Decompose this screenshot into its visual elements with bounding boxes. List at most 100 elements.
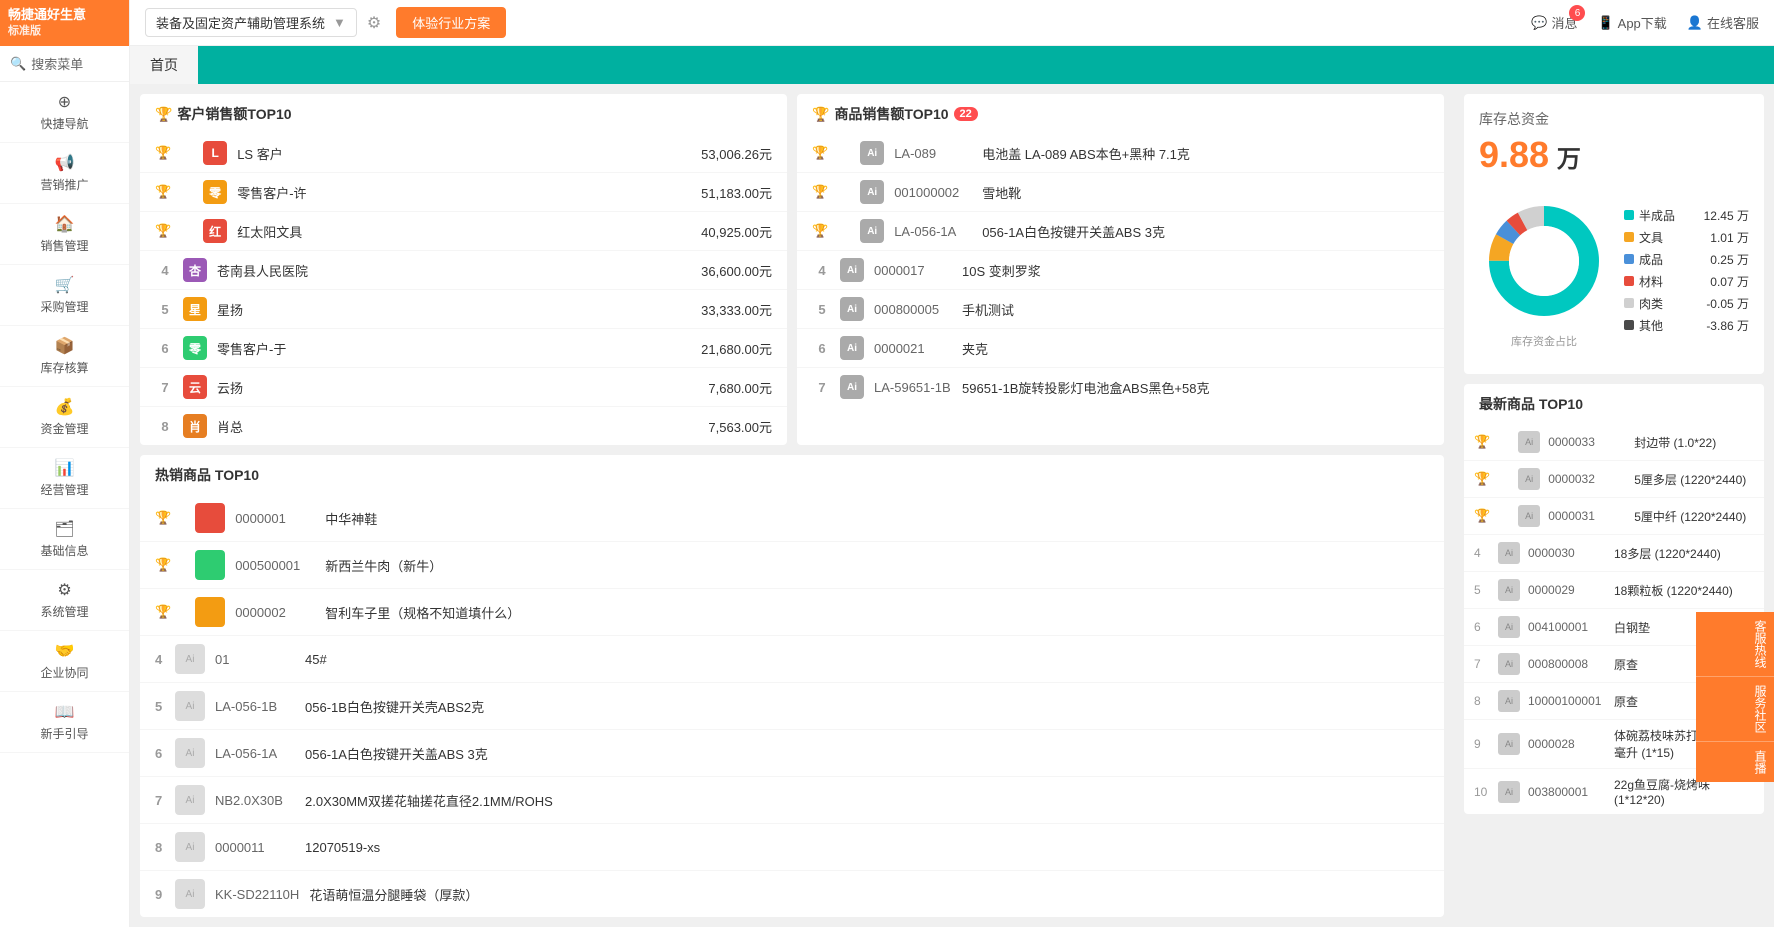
sidebar-item-basics[interactable]: 🗂 基础信息 bbox=[0, 509, 129, 570]
rank-avatar: 红 bbox=[203, 219, 227, 243]
product-ranking-card: 🏆 商品销售额TOP10 22 🏆 Ai LA-089 电池盖 LA-089 A… bbox=[797, 94, 1444, 445]
hot-product-row: 7 Ai NB2.0X30B 2.0X30MM双搓花轴搓花直径2.1MM/ROH… bbox=[140, 777, 1444, 824]
product-avatar: Ai bbox=[840, 258, 864, 282]
product-avatar: Ai bbox=[860, 219, 884, 243]
settings-button[interactable]: ⚙ bbox=[367, 13, 381, 33]
sidebar-label-finance: 资金管理 bbox=[40, 420, 88, 437]
messages-btn[interactable]: 💬 消息 6 bbox=[1531, 13, 1577, 32]
product-image: Ai bbox=[175, 785, 205, 815]
rank-number: 5 bbox=[155, 699, 171, 714]
rank-avatar: 星 bbox=[183, 297, 207, 321]
sidebar-label-collab: 企业协同 bbox=[40, 664, 88, 681]
float-btn-community[interactable]: 服务社区 bbox=[1696, 677, 1774, 742]
sidebar-item-system[interactable]: ⚙ 系统管理 bbox=[0, 570, 129, 631]
trophy-icon: 🏆 bbox=[155, 510, 171, 526]
hot-product-code: LA-056-1B bbox=[215, 699, 295, 714]
legend-left: 文具 bbox=[1624, 229, 1663, 246]
rank-amount: 33,333.00元 bbox=[701, 300, 772, 319]
guide-icon: 📖 bbox=[55, 702, 75, 722]
rank-number: 6 bbox=[1474, 620, 1494, 634]
rank-name: 苍南县人民医院 bbox=[217, 261, 701, 280]
rank-name: 零售客户-许 bbox=[237, 183, 701, 202]
rank-number: 8 bbox=[155, 419, 175, 434]
rank-amount: 21,680.00元 bbox=[701, 339, 772, 358]
rank-name: 零售客户-于 bbox=[217, 339, 701, 358]
rank-amount: 36,600.00元 bbox=[701, 261, 772, 280]
customer-ranking-row: 8 肖 肖总 7,563.00元 bbox=[140, 407, 787, 445]
sidebar-item-quick-nav[interactable]: ⊕ 快捷导航 bbox=[0, 82, 129, 143]
product-thumbnail: Ai bbox=[1518, 468, 1540, 490]
customer-ranking-row: 4 杏 苍南县人民医院 36,600.00元 bbox=[140, 251, 787, 290]
trophy-icon: 🏆 bbox=[1474, 434, 1490, 450]
product-thumbnail: Ai bbox=[1498, 616, 1520, 638]
newest-product-name: 5厘中纤 (1220*2440) bbox=[1634, 508, 1754, 525]
product-image bbox=[195, 550, 225, 580]
legend-item: 材料 0.07 万 bbox=[1624, 273, 1749, 290]
sidebar-item-inventory[interactable]: 📦 库存核算 bbox=[0, 326, 129, 387]
sidebar-item-guide[interactable]: 📖 新手引导 bbox=[0, 692, 129, 753]
legend-value: 0.07 万 bbox=[1710, 273, 1749, 290]
inventory-amount-value: 9.88 bbox=[1479, 134, 1549, 175]
system-selector[interactable]: 装备及固定资产辅助管理系统 ▼ bbox=[145, 8, 357, 37]
newest-product-row: 4 Ai 0000030 18多层 (1220*2440) bbox=[1464, 535, 1764, 572]
product-name: 手机测试 bbox=[962, 300, 1429, 319]
search-menu-btn[interactable]: 🔍 搜索菜单 bbox=[0, 46, 129, 82]
logo-line2: 标准版 bbox=[8, 24, 86, 38]
online-service-btn[interactable]: 👤 在线客服 bbox=[1687, 13, 1759, 32]
hot-product-row: 🏆 000500001 新西兰牛肉（新牛） bbox=[140, 542, 1444, 589]
product-thumbnail: Ai bbox=[1498, 690, 1520, 712]
legend-value: 12.45 万 bbox=[1704, 207, 1749, 224]
newest-product-code: 0000029 bbox=[1528, 583, 1608, 597]
product-name: 夹克 bbox=[962, 339, 1429, 358]
legend-value: -3.86 万 bbox=[1706, 317, 1749, 334]
newest-product-code: 0000031 bbox=[1548, 509, 1628, 523]
app-download-label: App下载 bbox=[1618, 13, 1667, 32]
tab-home[interactable]: 首页 bbox=[130, 46, 198, 84]
product-avatar: Ai bbox=[840, 375, 864, 399]
legend-label: 成品 bbox=[1639, 251, 1663, 268]
legend-dot bbox=[1624, 232, 1634, 242]
customer-ranking-row: 7 云 云扬 7,680.00元 bbox=[140, 368, 787, 407]
product-ranking-row: 5 Ai 000800005 手机测试 bbox=[797, 290, 1444, 329]
legend-left: 半成品 bbox=[1624, 207, 1675, 224]
hot-product-code: NB2.0X30B bbox=[215, 793, 295, 808]
sidebar-item-marketing[interactable]: 📢 营销推广 bbox=[0, 143, 129, 204]
legend-label: 文具 bbox=[1639, 229, 1663, 246]
rank-number: 6 bbox=[155, 341, 175, 356]
service-label: 在线客服 bbox=[1707, 13, 1759, 32]
rank-number: 6 bbox=[812, 341, 832, 356]
sidebar-item-purchase[interactable]: 🛒 采购管理 bbox=[0, 265, 129, 326]
product-image: Ai bbox=[175, 832, 205, 862]
sidebar-item-finance[interactable]: 💰 资金管理 bbox=[0, 387, 129, 448]
rank-number: 5 bbox=[812, 302, 832, 317]
sidebar-label-inventory: 库存核算 bbox=[40, 359, 88, 376]
main-area: 装备及固定资产辅助管理系统 ▼ ⚙ 体验行业方案 💬 消息 6 📱 App下载 … bbox=[130, 0, 1774, 927]
product-image bbox=[195, 503, 225, 533]
basics-icon: 🗂 bbox=[54, 519, 74, 539]
rank-avatar: L bbox=[203, 141, 227, 165]
app-download-btn[interactable]: 📱 App下载 bbox=[1597, 13, 1666, 32]
rank-number: 7 bbox=[1474, 657, 1494, 671]
chevron-down-icon: ▼ bbox=[333, 15, 346, 30]
product-code: LA-59651-1B bbox=[874, 380, 954, 395]
hot-products-list: 🏆 0000001 中华神鞋 🏆 000500001 新西兰牛肉（新牛） 🏆 0… bbox=[140, 495, 1444, 917]
legend-item: 半成品 12.45 万 bbox=[1624, 207, 1749, 224]
newest-product-code: 10000100001 bbox=[1528, 694, 1608, 708]
inventory-amount: 9.88 万 bbox=[1479, 134, 1749, 176]
chart-area: 库存资金占比 半成品 12.45 万 文具 1.01 万 成品 0.25 万 材… bbox=[1479, 186, 1749, 359]
trophy-icon-3: 🏆 bbox=[155, 223, 171, 239]
sidebar-item-sales[interactable]: 🏠 销售管理 bbox=[0, 204, 129, 265]
sidebar-item-operations[interactable]: 📊 经营管理 bbox=[0, 448, 129, 509]
product-image bbox=[195, 597, 225, 627]
customer-ranking-header: 🏆 客户销售额TOP10 bbox=[140, 94, 787, 134]
message-badge: 6 bbox=[1569, 5, 1585, 21]
float-btn-service[interactable]: 客服热线 bbox=[1696, 612, 1774, 677]
float-btn-broadcast[interactable]: 直播 bbox=[1696, 742, 1774, 782]
product-image: Ai bbox=[175, 644, 205, 674]
sidebar-item-collab[interactable]: 🤝 企业协同 bbox=[0, 631, 129, 692]
trial-button[interactable]: 体验行业方案 bbox=[396, 7, 506, 38]
newest-product-code: 0000028 bbox=[1528, 737, 1608, 751]
product-thumbnail: Ai bbox=[1498, 579, 1520, 601]
top-panels: 🏆 客户销售额TOP10 🏆 L LS 客户 53,006.26元 🏆 零 零售… bbox=[140, 94, 1444, 445]
trophy-icon: 🏆 bbox=[155, 604, 171, 620]
